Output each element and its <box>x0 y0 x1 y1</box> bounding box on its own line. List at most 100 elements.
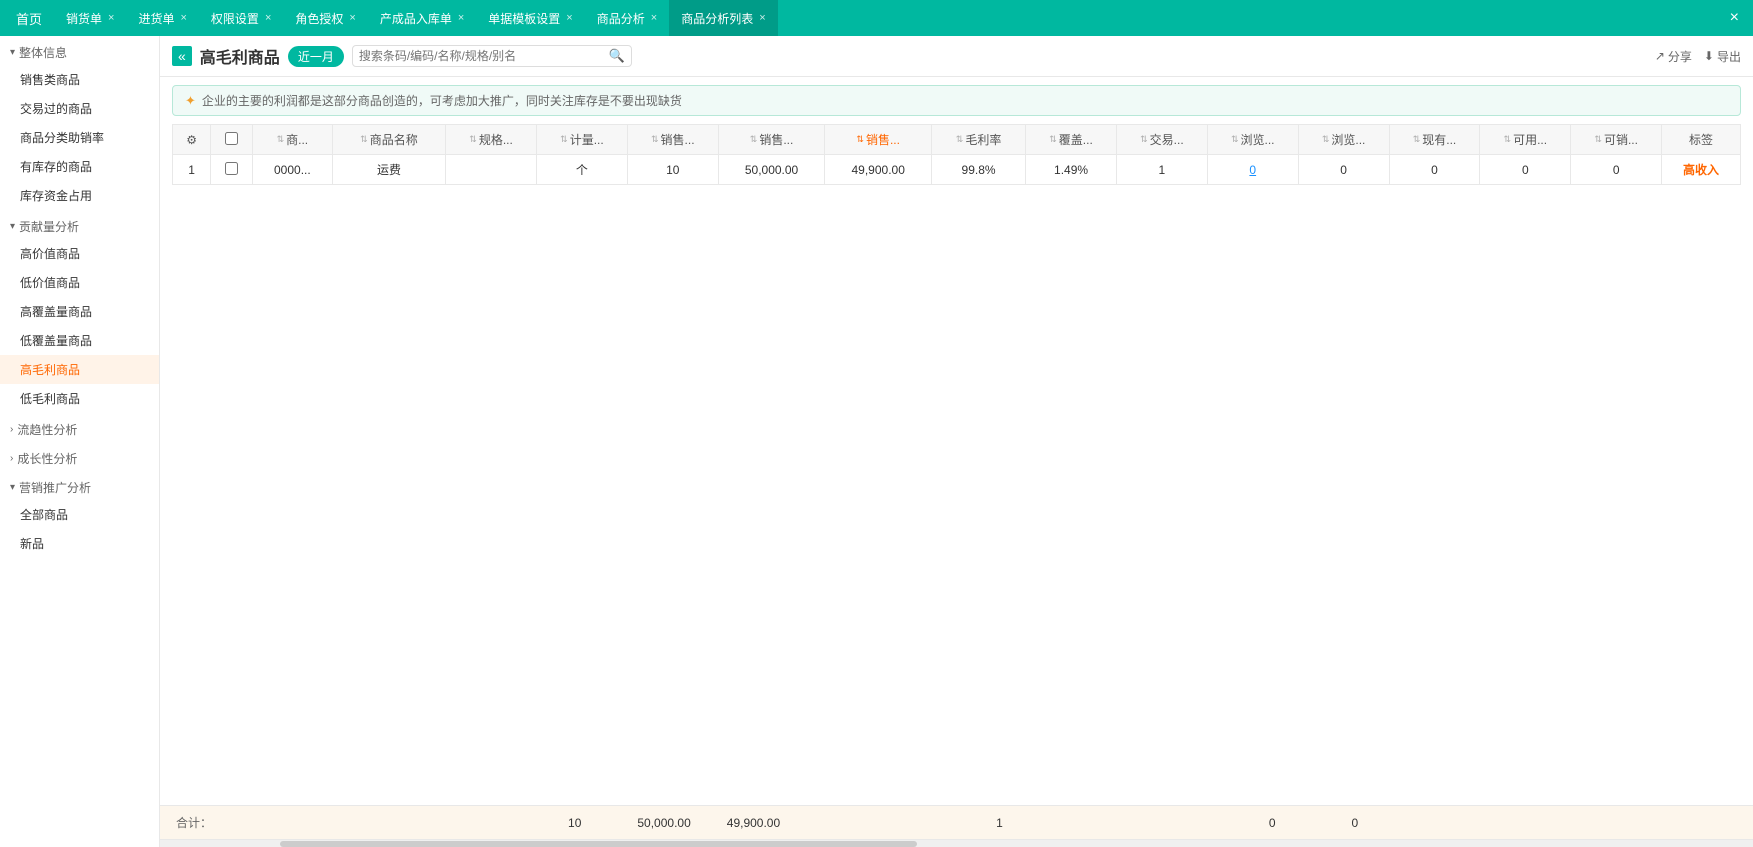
close-purchase-tab[interactable]: × <box>180 12 186 24</box>
cell-tag: 高收入 <box>1662 155 1741 185</box>
th-spec[interactable]: ⇅规格... <box>446 125 537 155</box>
nav-goods-analysis-list[interactable]: 商品分析列表 × <box>669 0 777 36</box>
sidebar-group-overall[interactable]: ▾ 整体信息 <box>0 36 159 65</box>
sidebar-item-sales-goods[interactable]: 销售类商品 <box>0 65 159 94</box>
close-product-warehouse-tab[interactable]: × <box>458 12 464 24</box>
group-overall-label: 整体信息 <box>19 44 67 61</box>
sidebar-item-traded-goods[interactable]: 交易过的商品 <box>0 94 159 123</box>
cell-view1[interactable]: 0 <box>1207 155 1298 185</box>
sidebar-group-marketing[interactable]: ▾ 营销推广分析 <box>0 471 159 500</box>
th-sale-amt[interactable]: ⇅销售... <box>718 125 825 155</box>
main-layout: ▾ 整体信息 销售类商品 交易过的商品 商品分类助销率 有库存的商品 库存资金占… <box>0 36 1753 847</box>
th-sale-profit[interactable]: ⇅销售... <box>825 125 932 155</box>
row-checkbox[interactable] <box>225 162 238 175</box>
collapse-sidebar-button[interactable]: « <box>172 46 192 66</box>
search-input[interactable] <box>359 49 609 63</box>
header-actions: ↗ 分享 ⬇ 导出 <box>1655 48 1741 65</box>
share-button[interactable]: ↗ 分享 <box>1655 48 1692 65</box>
cell-saleable: 0 <box>1571 155 1662 185</box>
cell-coverage: 1.49% <box>1026 155 1117 185</box>
sidebar-item-stock-fund[interactable]: 库存资金占用 <box>0 181 159 210</box>
group-contribution-label: 贡献量分析 <box>19 218 79 235</box>
cell-sale-profit: 49,900.00 <box>825 155 932 185</box>
sidebar-group-contribution[interactable]: ▾ 贡献量分析 <box>0 210 159 239</box>
content-header: « 高毛利商品 近一月 🔍 ↗ 分享 ⬇ 导出 <box>160 36 1753 77</box>
close-permissions-tab[interactable]: × <box>265 12 271 24</box>
tip-text: 企业的主要的利润都是这部分商品创造的，可考虑加大推广，同时关注库存是不要出现缺货 <box>202 92 682 109</box>
export-button[interactable]: ⬇ 导出 <box>1704 48 1741 65</box>
sidebar-item-high-gross[interactable]: 高毛利商品 <box>0 355 159 384</box>
sidebar-item-high-value[interactable]: 高价值商品 <box>0 239 159 268</box>
sidebar-item-low-value[interactable]: 低价值商品 <box>0 268 159 297</box>
view1-link[interactable]: 0 <box>1249 163 1256 177</box>
scrollbar-thumb[interactable] <box>280 841 917 847</box>
th-code[interactable]: ⇅商... <box>252 125 332 155</box>
sidebar-item-stock-goods[interactable]: 有库存的商品 <box>0 152 159 181</box>
close-template-tab[interactable]: × <box>566 12 572 24</box>
tag-high-income: 高收入 <box>1683 163 1719 177</box>
nav-sales[interactable]: 销货单 × <box>54 0 126 36</box>
content-area: « 高毛利商品 近一月 🔍 ↗ 分享 ⬇ 导出 ✦ 企业的主要的利润都是这部 <box>160 36 1753 847</box>
share-label: 分享 <box>1668 48 1692 65</box>
sidebar-item-category-assist[interactable]: 商品分类助销率 <box>0 123 159 152</box>
cell-index: 1 <box>173 155 211 185</box>
th-view2[interactable]: ⇅浏览... <box>1298 125 1389 155</box>
sidebar-item-low-coverage[interactable]: 低覆盖量商品 <box>0 326 159 355</box>
sidebar-group-trend[interactable]: › 流趋性分析 <box>0 413 159 442</box>
tip-icon: ✦ <box>185 93 196 109</box>
sidebar-item-high-coverage[interactable]: 高覆盖量商品 <box>0 297 159 326</box>
group-trend-arrow: › <box>10 424 13 435</box>
tip-bar: ✦ 企业的主要的利润都是这部分商品创造的，可考虑加大推广，同时关注库存是不要出现… <box>172 85 1741 116</box>
footer-bar: 合计： 10 50,000.00 49,900.00 1 0 0 <box>160 805 1753 839</box>
th-view1[interactable]: ⇅浏览... <box>1207 125 1298 155</box>
select-all-checkbox[interactable] <box>225 132 238 145</box>
footer-available: 0 <box>1269 816 1276 830</box>
footer-sale-profit: 49,900.00 <box>727 816 780 830</box>
th-settings[interactable]: ⚙ <box>173 125 211 155</box>
nav-purchase[interactable]: 进货单 × <box>126 0 198 36</box>
cell-stock: 0 <box>1389 155 1480 185</box>
th-stock[interactable]: ⇅现有... <box>1389 125 1480 155</box>
export-label: 导出 <box>1717 48 1741 65</box>
th-coverage[interactable]: ⇅覆盖... <box>1026 125 1117 155</box>
sidebar-group-growth[interactable]: › 成长性分析 <box>0 442 159 471</box>
sidebar-item-new-goods[interactable]: 新品 <box>0 529 159 558</box>
table-header-row: ⚙ ⇅商... ⇅商品名称 ⇅规格... ⇅计量... ⇅销售... ⇅销售..… <box>173 125 1741 155</box>
close-roles-tab[interactable]: × <box>349 12 355 24</box>
close-sales-tab[interactable]: × <box>108 12 114 24</box>
th-saleable[interactable]: ⇅可销... <box>1571 125 1662 155</box>
close-goods-analysis-list-tab[interactable]: × <box>759 12 765 24</box>
search-icon[interactable]: 🔍 <box>609 48 625 64</box>
cell-sale-qty: 10 <box>627 155 718 185</box>
th-available[interactable]: ⇅可用... <box>1480 125 1571 155</box>
nav-product-warehouse[interactable]: 产成品入库单 × <box>368 0 476 36</box>
sidebar-item-low-gross[interactable]: 低毛利商品 <box>0 384 159 413</box>
group-marketing-arrow: ▾ <box>10 482 15 493</box>
nav-roles[interactable]: 角色授权 × <box>283 0 367 36</box>
th-unit[interactable]: ⇅计量... <box>537 125 628 155</box>
nav-permissions[interactable]: 权限设置 × <box>199 0 283 36</box>
footer-saleable: 0 <box>1352 816 1359 830</box>
top-navigation: 首页 销货单 × 进货单 × 权限设置 × 角色授权 × 产成品入库单 × 单据… <box>0 0 1753 36</box>
th-tag[interactable]: 标签 <box>1662 125 1741 155</box>
nav-home[interactable]: 首页 <box>4 0 54 36</box>
sidebar-item-all-goods[interactable]: 全部商品 <box>0 500 159 529</box>
th-sale-qty[interactable]: ⇅销售... <box>627 125 718 155</box>
horizontal-scrollbar[interactable] <box>160 839 1753 847</box>
group-contribution-arrow: ▾ <box>10 221 15 232</box>
th-gross-rate[interactable]: ⇅毛利率 <box>932 125 1026 155</box>
close-all-tabs[interactable]: × <box>1720 9 1749 27</box>
th-checkbox[interactable] <box>211 125 253 155</box>
th-name[interactable]: ⇅商品名称 <box>332 125 445 155</box>
nav-template[interactable]: 单据模板设置 × <box>476 0 584 36</box>
cell-checkbox[interactable] <box>211 155 253 185</box>
nav-goods-analysis[interactable]: 商品分析 × <box>585 0 669 36</box>
cell-view2: 0 <box>1298 155 1389 185</box>
close-goods-analysis-tab[interactable]: × <box>651 12 657 24</box>
page-title: 高毛利商品 <box>200 44 280 68</box>
table-row: 1 0000... 运费 个 10 50,000.00 49,900.00 99… <box>173 155 1741 185</box>
export-icon: ⬇ <box>1704 49 1714 63</box>
cell-trade: 1 <box>1116 155 1207 185</box>
period-button[interactable]: 近一月 <box>288 46 344 67</box>
th-trade[interactable]: ⇅交易... <box>1116 125 1207 155</box>
